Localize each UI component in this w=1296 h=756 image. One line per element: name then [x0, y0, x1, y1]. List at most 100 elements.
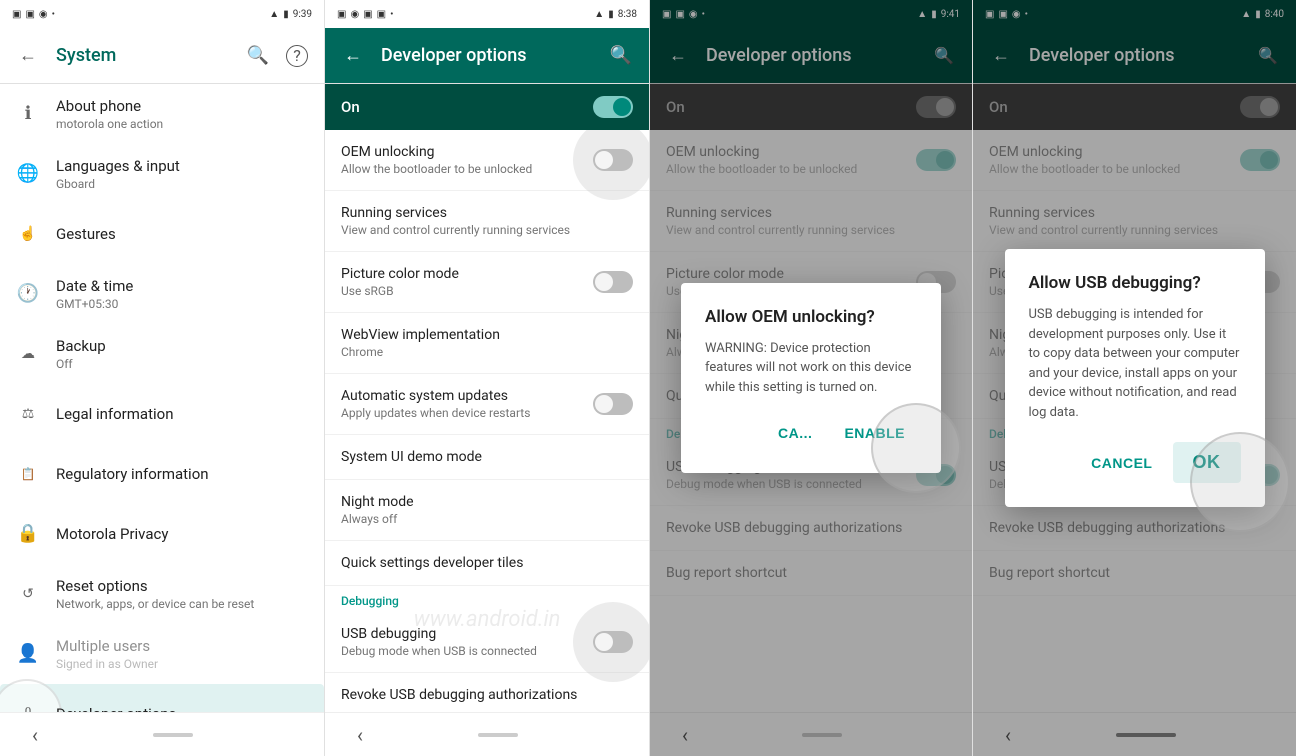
- app-bar-dev-middle: ← Developer options 🔍: [325, 28, 649, 84]
- settings-item-legal[interactable]: ⚖ Legal information: [0, 384, 324, 444]
- reset-icon: ↺: [16, 582, 40, 606]
- status-bar-1: ▣ ▣ ◉ • ▲ ▮ 9:39: [0, 0, 324, 28]
- settings-item-gestures[interactable]: ☝ Gestures: [0, 204, 324, 264]
- status-left-1: ▣ ▣ ◉ •: [12, 9, 55, 20]
- users-subtitle: Signed in as Owner: [56, 657, 308, 671]
- night-sub-m: Always off: [341, 512, 633, 526]
- settings-item-languages[interactable]: 🌐 Languages & input Gboard: [0, 144, 324, 204]
- developer-panel-right2: ▣ ▣ ◉ • ▲ ▮ 8:40 ← Developer options 🔍 O…: [973, 0, 1296, 756]
- regulatory-title: Regulatory information: [56, 465, 308, 483]
- bottom-nav-2: ‹: [325, 712, 649, 756]
- autoupdate-sub-m: Apply updates when device restarts: [341, 406, 593, 420]
- gestures-icon: ☝: [16, 222, 40, 246]
- legal-title: Legal information: [56, 405, 308, 423]
- wifi-icon-1: ▲: [269, 9, 279, 20]
- settings-item-reset[interactable]: ↺ Reset options Network, apps, or device…: [0, 564, 324, 624]
- usb-dialog-overlay: Allow USB debugging? USB debugging is in…: [973, 0, 1296, 756]
- status-right-1: ▲ ▮ 9:39: [269, 9, 312, 20]
- usb-title-m: USB debugging: [341, 626, 593, 642]
- picture-title-m: Picture color mode: [341, 266, 593, 282]
- oem-title-m: OEM unlocking: [341, 144, 593, 160]
- privacy-title: Motorola Privacy: [56, 525, 308, 543]
- nav-back-btn-2[interactable]: ‹: [349, 715, 371, 755]
- settings-item-users[interactable]: 👤 Multiple users Signed in as Owner: [0, 624, 324, 684]
- notification-icon-3: ◉: [39, 9, 48, 20]
- settings-item-privacy[interactable]: 🔒 Motorola Privacy: [0, 504, 324, 564]
- battery-icon-1: ▮: [283, 9, 289, 20]
- oem-toggle-m[interactable]: [593, 149, 633, 171]
- legal-icon: ⚖: [16, 402, 40, 426]
- notif-m2: ◉: [350, 9, 359, 20]
- system-panel: ▣ ▣ ◉ • ▲ ▮ 9:39 ← System 🔍 ? ℹ About ph…: [0, 0, 325, 756]
- notif-m1: ▣: [337, 9, 346, 20]
- webview-title-m: WebView implementation: [341, 327, 633, 343]
- time-m: 8:38: [618, 9, 637, 20]
- developer-title: Developer options: [56, 705, 308, 713]
- settings-item-datetime[interactable]: 🕐 Date & time GMT+05:30: [0, 264, 324, 324]
- settings-item-about[interactable]: ℹ About phone motorola one action: [0, 84, 324, 144]
- settings-item-backup[interactable]: ☁ Backup Off: [0, 324, 324, 384]
- settings-item-regulatory[interactable]: 📋 Regulatory information: [0, 444, 324, 504]
- dev-item-night-middle[interactable]: Night mode Always off: [325, 480, 649, 541]
- notification-icon-2: ▣: [25, 9, 34, 20]
- notification-icon-4: •: [52, 9, 55, 20]
- picture-toggle-m[interactable]: [593, 271, 633, 293]
- dev-item-demo-middle[interactable]: System UI demo mode: [325, 435, 649, 480]
- search-btn-dev-middle[interactable]: 🔍: [609, 44, 633, 68]
- autoupdate-toggle-m[interactable]: [593, 393, 633, 415]
- dev-item-usb-middle[interactable]: USB debugging Debug mode when USB is con…: [325, 612, 649, 673]
- demo-title-m: System UI demo mode: [341, 449, 633, 465]
- nav-indicator-2: [478, 733, 518, 737]
- usb-cancel-button[interactable]: Cancel: [1079, 442, 1164, 483]
- dev-item-webview-middle[interactable]: WebView implementation Chrome: [325, 313, 649, 374]
- oem-cancel-button[interactable]: Ca...: [766, 417, 824, 449]
- back-button-system[interactable]: ←: [16, 44, 40, 68]
- system-settings-list: ℹ About phone motorola one action 🌐 Lang…: [0, 84, 324, 712]
- dev-item-qs-middle[interactable]: Quick settings developer tiles: [325, 541, 649, 586]
- users-title: Multiple users: [56, 637, 308, 655]
- dev-item-autoupdate-middle[interactable]: Automatic system updates Apply updates w…: [325, 374, 649, 435]
- usb-toggle-m[interactable]: [593, 631, 633, 653]
- status-bar-2: ▣ ◉ ▣ ▣ • ▲ ▮ 8:38: [325, 0, 649, 28]
- usb-sub-m: Debug mode when USB is connected: [341, 644, 593, 658]
- developer-panel-right1: ▣ ▣ ◉ • ▲ ▮ 9:41 ← Developer options 🔍 O…: [650, 0, 973, 756]
- nav-back-btn-1[interactable]: ‹: [24, 715, 46, 755]
- languages-title: Languages & input: [56, 157, 308, 175]
- notification-icon-1: ▣: [12, 9, 21, 20]
- oem-dialog-title: Allow OEM unlocking?: [705, 307, 917, 327]
- languages-subtitle: Gboard: [56, 177, 308, 191]
- usb-dialog-body: USB debugging is intended for developmen…: [1029, 305, 1241, 422]
- about-title: About phone: [56, 97, 308, 115]
- wifi-m: ▲: [594, 9, 604, 20]
- dev-item-oem-middle[interactable]: OEM unlocking Allow the bootloader to be…: [325, 130, 649, 191]
- dev-on-label-middle: On: [341, 98, 360, 116]
- notif-m3: ▣: [363, 9, 372, 20]
- regulatory-icon: 📋: [16, 462, 40, 486]
- autoupdate-title-m: Automatic system updates: [341, 388, 593, 404]
- night-title-m: Night mode: [341, 494, 633, 510]
- backup-icon: ☁: [16, 342, 40, 366]
- dev-title-middle: Developer options: [381, 45, 593, 66]
- notif-m5: •: [390, 9, 393, 20]
- back-btn-dev-middle[interactable]: ←: [341, 44, 365, 68]
- dev-on-toggle-middle[interactable]: [593, 96, 633, 118]
- time-1: 9:39: [293, 9, 312, 20]
- notif-m4: ▣: [377, 9, 386, 20]
- qs-title-m: Quick settings developer tiles: [341, 555, 633, 571]
- picture-sub-m: Use sRGB: [341, 284, 593, 298]
- search-button-system[interactable]: 🔍: [246, 44, 270, 68]
- backup-subtitle: Off: [56, 357, 308, 371]
- dev-settings-list-middle: OEM unlocking Allow the bootloader to be…: [325, 130, 649, 712]
- battery-m: ▮: [608, 9, 614, 20]
- datetime-subtitle: GMT+05:30: [56, 297, 308, 311]
- users-icon: 👤: [16, 642, 40, 666]
- usb-dialog: Allow USB debugging? USB debugging is in…: [1005, 249, 1265, 507]
- dev-item-picture-middle[interactable]: Picture color mode Use sRGB: [325, 252, 649, 313]
- settings-item-developer[interactable]: {} Developer options: [0, 684, 324, 712]
- help-button-system[interactable]: ?: [286, 45, 308, 67]
- about-icon: ℹ: [16, 102, 40, 126]
- gestures-title: Gestures: [56, 225, 308, 243]
- datetime-title: Date & time: [56, 277, 308, 295]
- dev-item-running-middle[interactable]: Running services View and control curren…: [325, 191, 649, 252]
- webview-sub-m: Chrome: [341, 345, 633, 359]
